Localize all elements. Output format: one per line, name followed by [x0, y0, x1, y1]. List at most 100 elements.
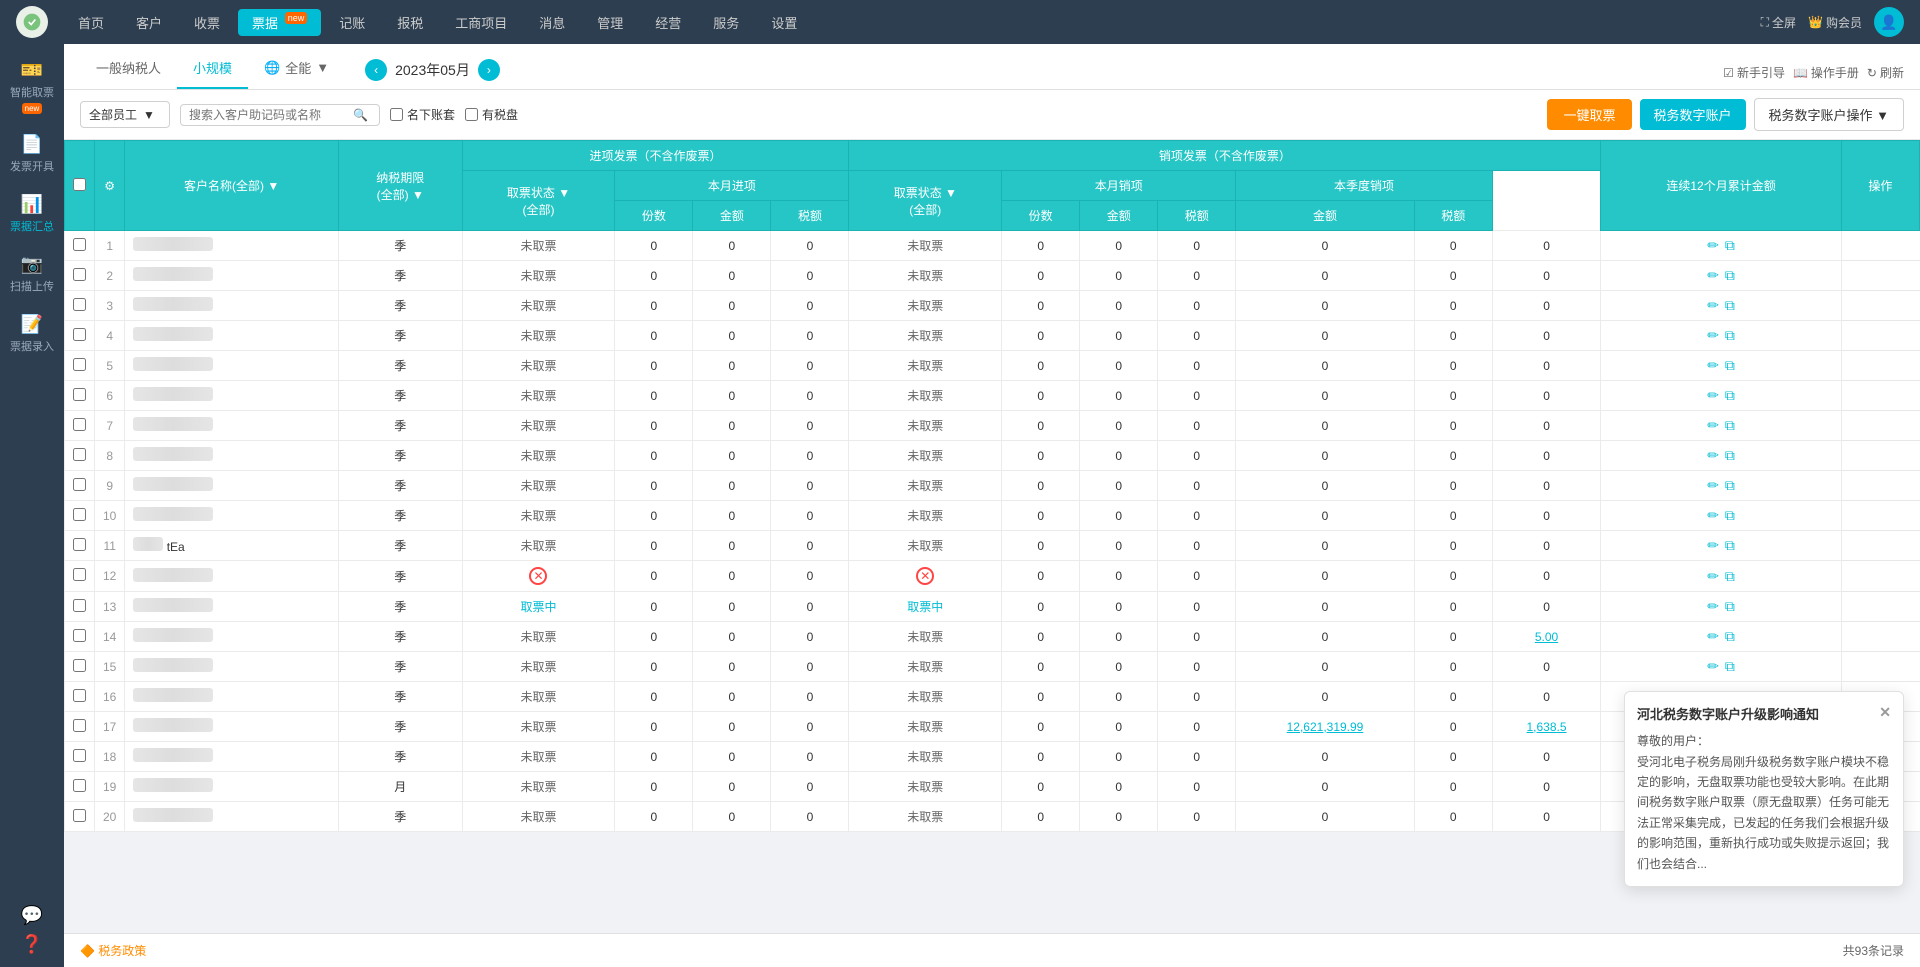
edit-icon[interactable]: ✏ [1707, 477, 1719, 494]
edit-icon[interactable]: ✏ [1707, 357, 1719, 374]
refresh-btn[interactable]: ↻ 刷新 [1867, 64, 1904, 81]
nav-business[interactable]: 工商项目 [441, 9, 521, 36]
edit-icon[interactable]: ✏ [1707, 327, 1719, 344]
tab-general-taxpayer[interactable]: 一般纳税人 [80, 48, 177, 89]
edit-icon[interactable]: ✏ [1707, 387, 1719, 404]
edit-icon[interactable]: ✏ [1707, 447, 1719, 464]
edit-icon[interactable]: ✏ [1707, 568, 1719, 585]
nav-settings[interactable]: 设置 [757, 9, 811, 36]
td-checkbox [65, 231, 95, 261]
taxdisk-checkbox[interactable] [465, 108, 478, 121]
edit-icon[interactable]: ✏ [1707, 237, 1719, 254]
fullscreen-btn[interactable]: ⛶ 全屏 [1761, 14, 1796, 31]
copy-icon[interactable]: ⧉ [1725, 447, 1735, 464]
sidebar-chat-icon[interactable]: 💬 [21, 905, 43, 926]
row-checkbox[interactable] [73, 508, 86, 521]
jidu-jine-value[interactable]: 12,621,319.99 [1287, 720, 1364, 734]
accounts-checkbox[interactable] [390, 108, 403, 121]
row-checkbox[interactable] [73, 388, 86, 401]
edit-icon[interactable]: ✏ [1707, 507, 1719, 524]
copy-icon[interactable]: ⧉ [1725, 658, 1735, 675]
row-checkbox[interactable] [73, 268, 86, 281]
row-checkbox[interactable] [73, 568, 86, 581]
copy-icon[interactable]: ⧉ [1725, 568, 1735, 585]
select-all-checkbox[interactable] [73, 178, 86, 191]
row-checkbox[interactable] [73, 418, 86, 431]
manual-btn[interactable]: 📖 操作手册 [1793, 64, 1859, 81]
copy-icon[interactable]: ⧉ [1725, 598, 1735, 615]
row-checkbox[interactable] [73, 358, 86, 371]
sidebar-item-open-invoice[interactable]: 📄 发票开具 [3, 126, 61, 182]
yijian-qupiao-btn[interactable]: 一键取票 [1547, 99, 1631, 130]
search-input[interactable] [189, 108, 349, 122]
customer-name-blurred [133, 808, 213, 822]
edit-icon[interactable]: ✏ [1707, 658, 1719, 675]
copy-icon[interactable]: ⧉ [1725, 417, 1735, 434]
copy-icon[interactable]: ⧉ [1725, 537, 1735, 554]
edit-icon[interactable]: ✏ [1707, 598, 1719, 615]
row-checkbox[interactable] [73, 719, 86, 732]
tab-all[interactable]: 🌐 全能 ▼ [248, 48, 345, 89]
copy-icon[interactable]: ⧉ [1725, 237, 1735, 254]
copy-icon[interactable]: ⧉ [1725, 628, 1735, 645]
copy-icon[interactable]: ⧉ [1725, 357, 1735, 374]
edit-icon[interactable]: ✏ [1707, 417, 1719, 434]
nav-operation[interactable]: 经营 [641, 9, 695, 36]
month-prev-btn[interactable]: ‹ [365, 59, 387, 81]
tax-policy-link[interactable]: 🔶 税务政策 [80, 942, 146, 959]
nav-accounting[interactable]: 记账 [325, 9, 379, 36]
row-checkbox[interactable] [73, 448, 86, 461]
nav-service[interactable]: 服务 [699, 9, 753, 36]
nav-invoice[interactable]: 票据 new [238, 9, 321, 36]
leiji-value[interactable]: 5.00 [1535, 630, 1558, 644]
row-checkbox[interactable] [73, 238, 86, 251]
shuiwu-zhanghu-btn[interactable]: 税务数字账户 [1640, 99, 1746, 130]
sidebar-help-icon[interactable]: ❓ [21, 934, 43, 955]
edit-icon[interactable]: ✏ [1707, 537, 1719, 554]
row-checkbox[interactable] [73, 689, 86, 702]
row-checkbox[interactable] [73, 478, 86, 491]
customer-name-blurred [133, 598, 213, 612]
row-checkbox[interactable] [73, 328, 86, 341]
row-checkbox[interactable] [73, 538, 86, 551]
tab-small-scale[interactable]: 小规模 [177, 48, 248, 89]
row-checkbox[interactable] [73, 659, 86, 672]
row-checkbox[interactable] [73, 779, 86, 792]
shuiwu-caozuo-btn[interactable]: 税务数字账户操作 ▼ [1754, 98, 1904, 131]
row-checkbox[interactable] [73, 749, 86, 762]
copy-icon[interactable]: ⧉ [1725, 507, 1735, 524]
sidebar-item-smart-ticket[interactable]: 🎫 智能取票 new [3, 52, 61, 122]
copy-icon[interactable]: ⧉ [1725, 297, 1735, 314]
leiji-value[interactable]: 1,638.5 [1527, 720, 1567, 734]
sidebar-item-summary[interactable]: 📊 票据汇总 [3, 186, 61, 242]
guide-btn[interactable]: ☑ 新手引导 [1723, 64, 1785, 81]
month-next-btn[interactable]: › [478, 59, 500, 81]
row-checkbox[interactable] [73, 809, 86, 822]
nav-receive[interactable]: 收票 [180, 9, 234, 36]
user-avatar[interactable]: 👤 [1874, 7, 1904, 37]
notif-close-btn[interactable]: ✕ [1879, 704, 1891, 723]
checkbox-accounts[interactable]: 名下账套 [390, 106, 455, 123]
row-number: 2 [106, 269, 113, 283]
nav-message[interactable]: 消息 [525, 9, 579, 36]
nav-home[interactable]: 首页 [64, 9, 118, 36]
copy-icon[interactable]: ⧉ [1725, 387, 1735, 404]
copy-icon[interactable]: ⧉ [1725, 477, 1735, 494]
staff-select[interactable]: 全部员工 ▼ [80, 101, 170, 128]
row-checkbox[interactable] [73, 629, 86, 642]
edit-icon[interactable]: ✏ [1707, 267, 1719, 284]
member-btn[interactable]: 👑 购会员 [1808, 14, 1862, 31]
sidebar-item-scan[interactable]: 📷 扫描上传 [3, 246, 61, 302]
edit-icon[interactable]: ✏ [1707, 297, 1719, 314]
nav-tax[interactable]: 报税 [383, 9, 437, 36]
nav-customer[interactable]: 客户 [122, 9, 176, 36]
row-checkbox[interactable] [73, 298, 86, 311]
checkbox-taxdisk[interactable]: 有税盘 [465, 106, 518, 123]
edit-icon[interactable]: ✏ [1707, 628, 1719, 645]
copy-icon[interactable]: ⧉ [1725, 327, 1735, 344]
sidebar-item-entry[interactable]: 📝 票据录入 [3, 306, 61, 362]
nav-manage[interactable]: 管理 [583, 9, 637, 36]
row-checkbox[interactable] [73, 599, 86, 612]
settings-icon[interactable]: ⚙ [104, 179, 115, 193]
copy-icon[interactable]: ⧉ [1725, 267, 1735, 284]
